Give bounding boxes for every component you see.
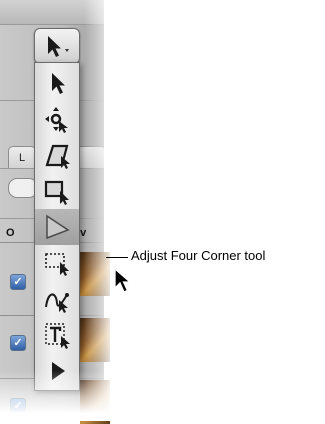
- play-arrow-icon: [52, 362, 65, 380]
- tool-text-transform[interactable]: [35, 317, 79, 353]
- adjust-four-corner-icon: [46, 214, 70, 240]
- tool-distort[interactable]: [35, 137, 79, 173]
- mouse-pointer-icon: [114, 268, 132, 293]
- layer-checkbox[interactable]: ✓: [10, 335, 26, 351]
- tool-crop[interactable]: [35, 245, 79, 281]
- tool-transform-glyphs[interactable]: [35, 101, 79, 137]
- layer-thumbnail: [80, 252, 110, 296]
- tool-play[interactable]: [35, 353, 79, 389]
- select-arrow-icon: [48, 36, 69, 57]
- tool-shape-select[interactable]: [35, 173, 79, 209]
- tool-bezier[interactable]: [35, 281, 79, 317]
- text-transform-icon: [45, 323, 70, 349]
- layer-thumbnail: [80, 380, 110, 424]
- toolbar-strip: [0, 0, 104, 24]
- current-tool-button[interactable]: [34, 28, 80, 64]
- transform-icon: [45, 107, 68, 133]
- shape-select-icon: [44, 180, 69, 205]
- bezier-icon: [45, 293, 69, 313]
- divider: [0, 24, 104, 25]
- column-header-on[interactable]: O: [6, 226, 36, 240]
- layer-thumbnail: [80, 318, 110, 362]
- tool-adjust-four-corner[interactable]: [35, 209, 79, 245]
- tool-palette-popup: [34, 62, 80, 391]
- layer-checkbox[interactable]: ✓: [10, 398, 26, 414]
- distort-icon: [45, 144, 70, 169]
- tool-select[interactable]: [35, 65, 79, 101]
- callout-leader-line: [106, 257, 128, 258]
- select-arrow-icon: [52, 73, 65, 94]
- tab-layers[interactable]: L: [8, 146, 36, 169]
- crop-icon: [45, 253, 69, 276]
- layer-checkbox[interactable]: ✓: [10, 274, 26, 290]
- callout-label: Adjust Four Corner tool: [131, 248, 266, 263]
